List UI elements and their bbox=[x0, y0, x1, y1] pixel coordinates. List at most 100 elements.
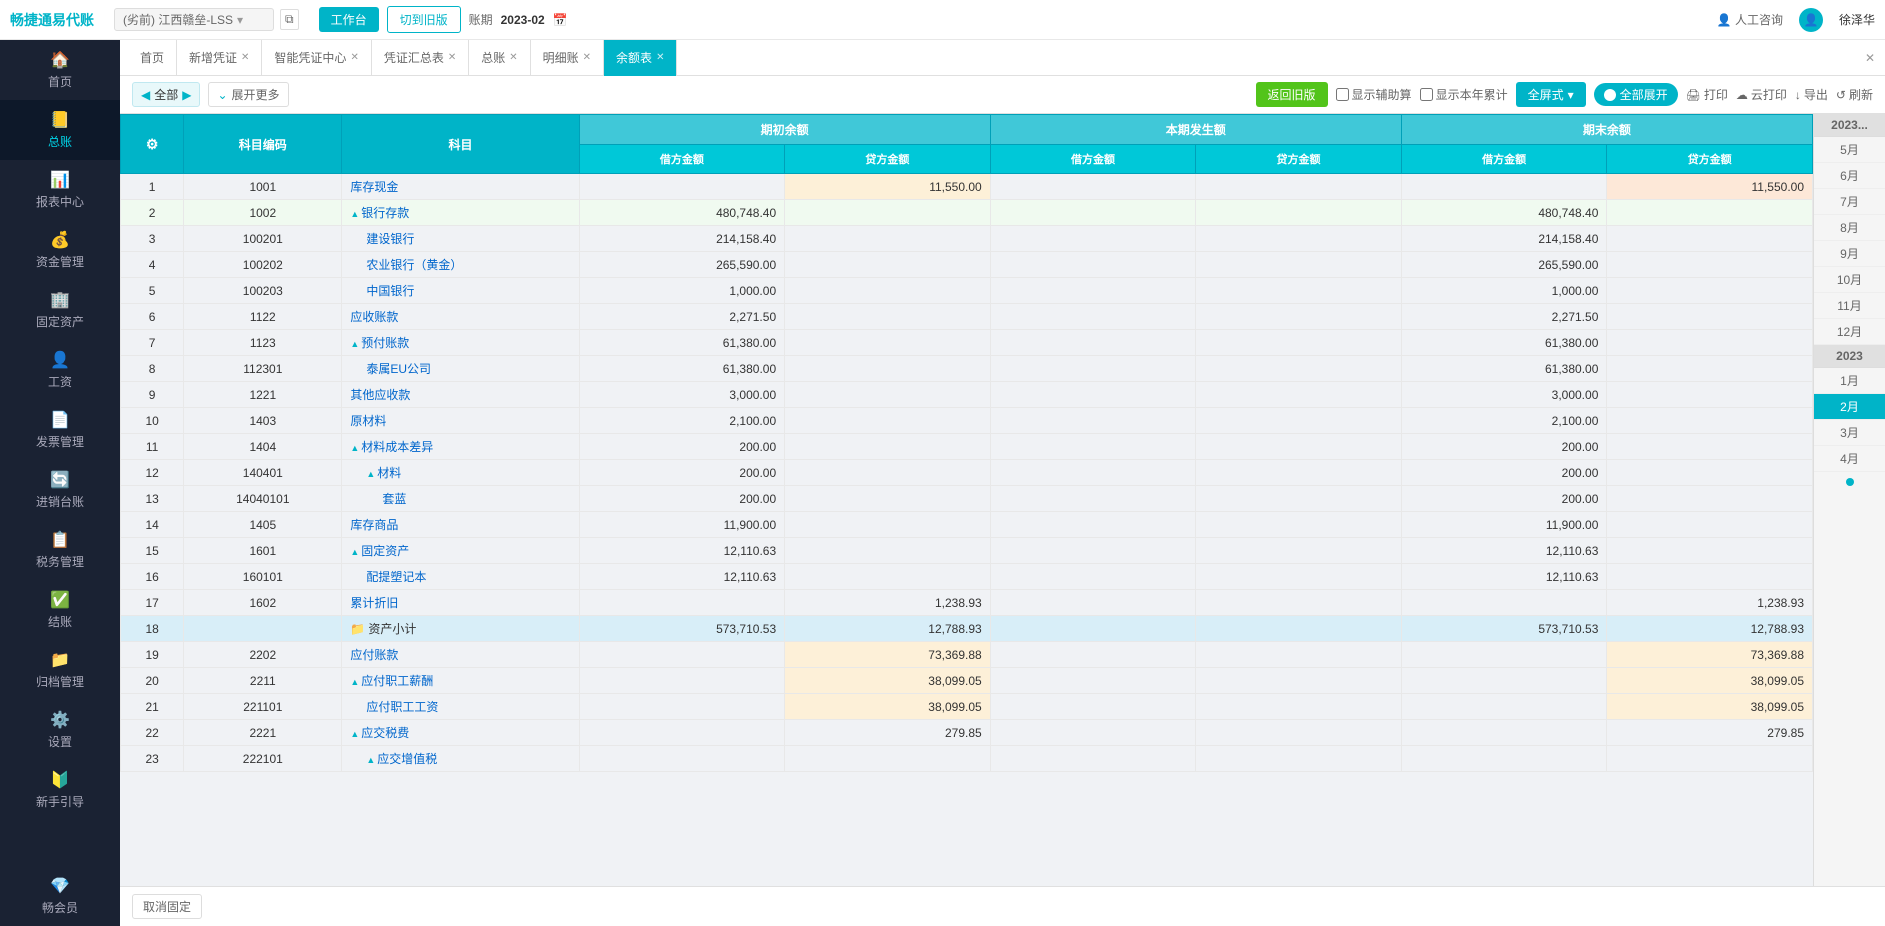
table-row[interactable]: 222221▲应交税费279.85279.85 bbox=[121, 720, 1813, 746]
tab-home[interactable]: 首页 bbox=[128, 40, 177, 76]
cell-name[interactable]: 农业银行（黄金） bbox=[342, 252, 579, 278]
show-aux-checkbox[interactable]: 显示辅助算 bbox=[1336, 86, 1412, 103]
year-checkbox-input[interactable] bbox=[1420, 88, 1433, 101]
cell-name[interactable]: 原材料 bbox=[342, 408, 579, 434]
tab-new-voucher[interactable]: 新增凭证 ✕ bbox=[177, 40, 262, 76]
cell-name[interactable]: 泰属EU公司 bbox=[342, 356, 579, 382]
table-row[interactable]: 101403原材料2,100.002,100.00 bbox=[121, 408, 1813, 434]
full-mode-button[interactable]: 全屏式 ▾ bbox=[1516, 82, 1586, 107]
company-selector[interactable]: (劣前) 江西赣垒-LSS ▾ bbox=[114, 8, 274, 31]
table-row[interactable]: 23222101▲应交增值税 bbox=[121, 746, 1813, 772]
print-button[interactable]: 🖨 打印 bbox=[1686, 86, 1728, 103]
table-row[interactable]: 12140401▲材料200.00200.00 bbox=[121, 460, 1813, 486]
table-row[interactable]: 111404▲材料成本差异200.00200.00 bbox=[121, 434, 1813, 460]
cell-name[interactable]: 建设银行 bbox=[342, 226, 579, 252]
table-row[interactable]: 11001库存现金11,550.0011,550.00 bbox=[121, 174, 1813, 200]
month-12[interactable]: 12月 bbox=[1814, 319, 1885, 345]
cell-name[interactable]: ▲应交税费 bbox=[342, 720, 579, 746]
table-row[interactable]: 21002▲银行存款480,748.40480,748.40 bbox=[121, 200, 1813, 226]
refresh-button[interactable]: ↺ 刷新 bbox=[1836, 86, 1873, 103]
support-label[interactable]: 👤 人工咨询 bbox=[1717, 11, 1783, 28]
sidebar-item-assets[interactable]: 🏢 固定资产 bbox=[0, 280, 120, 340]
cell-name[interactable]: 库存现金 bbox=[342, 174, 579, 200]
close-icon[interactable]: ✕ bbox=[509, 52, 517, 63]
month-7[interactable]: 7月 bbox=[1814, 189, 1885, 215]
month-4[interactable]: 4月 bbox=[1814, 446, 1885, 472]
show-year-checkbox[interactable]: 显示本年累计 bbox=[1420, 86, 1508, 103]
expand-all-toggle[interactable]: 全部展开 bbox=[1594, 83, 1678, 106]
cell-name[interactable]: 套蓝 bbox=[342, 486, 579, 512]
cloud-print-button[interactable]: ☁ 云打印 bbox=[1736, 86, 1787, 103]
cell-name[interactable]: ▲银行存款 bbox=[342, 200, 579, 226]
sidebar-item-tax[interactable]: 📋 税务管理 bbox=[0, 520, 120, 580]
sidebar-item-guide[interactable]: 🔰 新手引导 bbox=[0, 760, 120, 820]
cell-name[interactable]: 累计折旧 bbox=[342, 590, 579, 616]
table-row[interactable]: 4100202农业银行（黄金）265,590.00265,590.00 bbox=[121, 252, 1813, 278]
close-all-icon[interactable]: ✕ bbox=[1855, 51, 1885, 65]
filter-button[interactable]: ◀ 全部 ▶ bbox=[132, 82, 200, 107]
table-row[interactable]: 192202应付账款73,369.8873,369.88 bbox=[121, 642, 1813, 668]
cell-name[interactable]: ▲预付账款 bbox=[342, 330, 579, 356]
month-3[interactable]: 3月 bbox=[1814, 420, 1885, 446]
cell-name[interactable]: 应付账款 bbox=[342, 642, 579, 668]
table-row[interactable]: 5100203中国银行1,000.001,000.00 bbox=[121, 278, 1813, 304]
tab-detail[interactable]: 明细账 ✕ bbox=[531, 40, 604, 76]
table-row[interactable]: 202211▲应付职工薪酬38,099.0538,099.05 bbox=[121, 668, 1813, 694]
sidebar-item-settle[interactable]: ✅ 结账 bbox=[0, 580, 120, 640]
sidebar-item-capital[interactable]: 💰 资金管理 bbox=[0, 220, 120, 280]
tab-voucher-summary[interactable]: 凭证汇总表 ✕ bbox=[372, 40, 469, 76]
table-row[interactable]: 21221101应付职工工资38,099.0538,099.05 bbox=[121, 694, 1813, 720]
month-8[interactable]: 8月 bbox=[1814, 215, 1885, 241]
close-icon[interactable]: ✕ bbox=[656, 52, 664, 63]
cell-name[interactable]: ▲应付职工薪酬 bbox=[342, 668, 579, 694]
expand-button[interactable]: ⌄ 展开更多 bbox=[208, 82, 288, 107]
table-row[interactable]: 18📁资产小计573,710.5312,788.93573,710.5312,7… bbox=[121, 616, 1813, 642]
cell-name[interactable]: ▲材料 bbox=[342, 460, 579, 486]
month-10[interactable]: 10月 bbox=[1814, 267, 1885, 293]
close-icon[interactable]: ✕ bbox=[350, 52, 358, 63]
workbench-button[interactable]: 工作台 bbox=[319, 7, 379, 32]
user-avatar[interactable]: 👤 bbox=[1799, 8, 1823, 32]
month-2[interactable]: 2月 bbox=[1814, 394, 1885, 420]
copy-icon[interactable]: ⧉ bbox=[280, 9, 299, 30]
table-row[interactable]: 61122应收账款2,271.502,271.50 bbox=[121, 304, 1813, 330]
return-button[interactable]: 返回旧版 bbox=[1256, 82, 1328, 107]
table-row[interactable]: 151601▲固定资产12,110.6312,110.63 bbox=[121, 538, 1813, 564]
cell-name[interactable]: ▲应交增值税 bbox=[342, 746, 579, 772]
tab-smart-voucher[interactable]: 智能凭证中心 ✕ bbox=[262, 40, 371, 76]
month-1[interactable]: 1月 bbox=[1814, 368, 1885, 394]
table-row[interactable]: 91221其他应收款3,000.003,000.00 bbox=[121, 382, 1813, 408]
table-row[interactable]: 141405库存商品11,900.0011,900.00 bbox=[121, 512, 1813, 538]
unpin-button[interactable]: 取消固定 bbox=[132, 894, 202, 919]
sidebar-item-home[interactable]: 🏠 首页 bbox=[0, 40, 120, 100]
table-row[interactable]: 1314040101套蓝200.00200.00 bbox=[121, 486, 1813, 512]
table-row[interactable]: 8112301泰属EU公司61,380.0061,380.00 bbox=[121, 356, 1813, 382]
month-6[interactable]: 6月 bbox=[1814, 163, 1885, 189]
cell-name[interactable]: 中国银行 bbox=[342, 278, 579, 304]
cell-name[interactable]: ▲固定资产 bbox=[342, 538, 579, 564]
tab-balance[interactable]: 余额表 ✕ bbox=[604, 40, 677, 76]
month-9[interactable]: 9月 bbox=[1814, 241, 1885, 267]
cell-name[interactable]: 其他应收款 bbox=[342, 382, 579, 408]
sidebar-item-invoice[interactable]: 📄 发票管理 bbox=[0, 400, 120, 460]
cell-name[interactable]: 📁资产小计 bbox=[342, 616, 579, 642]
month-11[interactable]: 11月 bbox=[1814, 293, 1885, 319]
table-row[interactable]: 71123▲预付账款61,380.0061,380.00 bbox=[121, 330, 1813, 356]
table-row[interactable]: 16160101配提塑记本12,110.6312,110.63 bbox=[121, 564, 1813, 590]
calendar-icon[interactable]: 📅 bbox=[553, 13, 568, 27]
sidebar-item-ledger[interactable]: 📒 总账 bbox=[0, 100, 120, 160]
sidebar-item-member[interactable]: 💎 畅会员 bbox=[0, 866, 120, 926]
cell-name[interactable]: 库存商品 bbox=[342, 512, 579, 538]
close-icon[interactable]: ✕ bbox=[241, 52, 249, 63]
aux-checkbox-input[interactable] bbox=[1336, 88, 1349, 101]
table-row[interactable]: 3100201建设银行214,158.40214,158.40 bbox=[121, 226, 1813, 252]
export-button[interactable]: ↓ 导出 bbox=[1795, 86, 1828, 103]
sidebar-item-salary[interactable]: 👤 工资 bbox=[0, 340, 120, 400]
switch-version-button[interactable]: 切到旧版 bbox=[387, 6, 461, 33]
sidebar-item-report[interactable]: 📊 报表中心 bbox=[0, 160, 120, 220]
sidebar-item-settings[interactable]: ⚙️ 设置 bbox=[0, 700, 120, 760]
sidebar-item-purchase[interactable]: 🔄 进销台账 bbox=[0, 460, 120, 520]
cell-name[interactable]: 应收账款 bbox=[342, 304, 579, 330]
sidebar-item-archive[interactable]: 📁 归档管理 bbox=[0, 640, 120, 700]
cell-name[interactable]: ▲材料成本差异 bbox=[342, 434, 579, 460]
